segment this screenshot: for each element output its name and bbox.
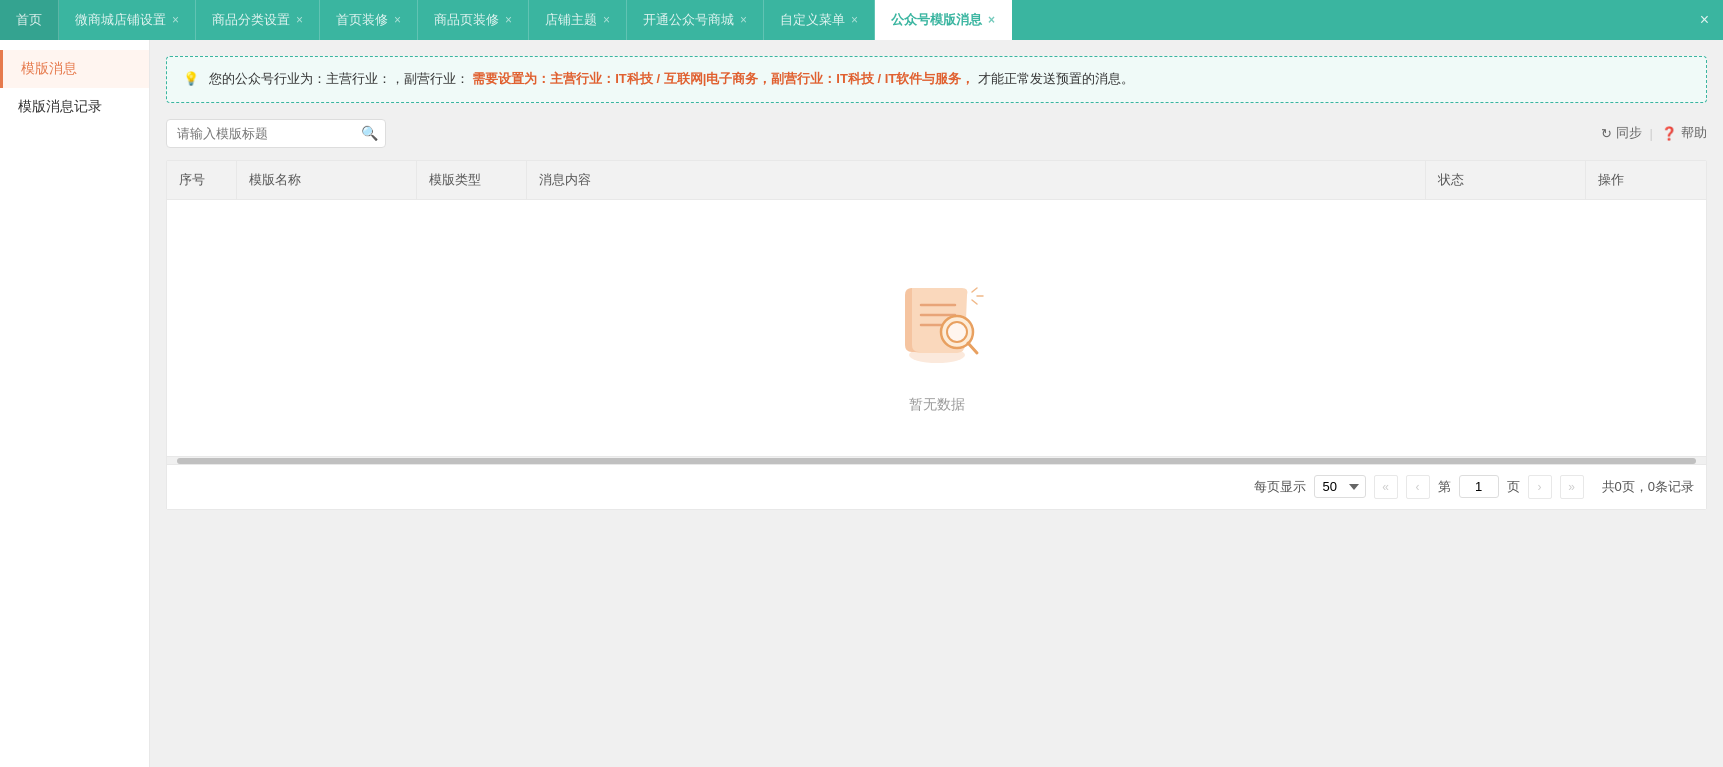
first-page-button[interactable]: « (1374, 475, 1398, 499)
horizontal-scrollbar[interactable] (167, 456, 1706, 464)
top-nav: 首页 微商城店铺设置 × 商品分类设置 × 首页装修 × 商品页装修 × 店铺主… (0, 0, 1723, 40)
page-unit: 页 (1507, 478, 1520, 496)
page-size-label: 每页显示 (1254, 478, 1306, 496)
sync-button[interactable]: ↻ 同步 (1601, 124, 1642, 142)
th-type: 模版类型 (417, 161, 527, 199)
tab-product-decor[interactable]: 商品页装修 × (418, 0, 529, 40)
scrollbar-thumb[interactable] (177, 458, 1696, 464)
page-size-select[interactable]: 50 10 20 100 (1314, 475, 1366, 498)
close-icon[interactable]: × (603, 13, 610, 27)
empty-illustration (877, 260, 997, 380)
pagination: 每页显示 50 10 20 100 « ‹ 第 页 › » 共0页，0条记录 (167, 464, 1706, 509)
table: 序号 模版名称 模版类型 消息内容 状态 操作 (166, 160, 1707, 510)
th-content: 消息内容 (527, 161, 1426, 199)
svg-line-7 (972, 288, 977, 292)
th-name: 模版名称 (237, 161, 417, 199)
divider: | (1650, 126, 1653, 141)
search-input-wrap: 🔍 (166, 119, 386, 148)
next-page-button[interactable]: › (1528, 475, 1552, 499)
help-button[interactable]: ❓ 帮助 (1661, 124, 1707, 142)
tab-custom-menu[interactable]: 自定义菜单 × (764, 0, 875, 40)
tab-template-msg[interactable]: 公众号模版消息 × (875, 0, 1012, 40)
close-icon[interactable]: × (851, 13, 858, 27)
svg-line-6 (968, 343, 977, 353)
tab-store-settings[interactable]: 微商城店铺设置 × (59, 0, 196, 40)
prev-page-button[interactable]: ‹ (1406, 475, 1430, 499)
svg-line-9 (972, 300, 977, 304)
sidebar: 模版消息 模版消息记录 (0, 40, 150, 767)
close-icon[interactable]: × (296, 13, 303, 27)
info-banner: 💡 您的公众号行业为：主营行业：，副营行业： 需要设置为：主营行业：IT科技 /… (166, 56, 1707, 103)
help-icon: ❓ (1661, 126, 1677, 141)
th-action: 操作 (1586, 161, 1706, 199)
th-status: 状态 (1426, 161, 1586, 199)
total-text: 共0页，0条记录 (1602, 478, 1694, 496)
close-icon[interactable]: × (505, 13, 512, 27)
sidebar-item-template-msg[interactable]: 模版消息 (0, 50, 149, 88)
close-all-button[interactable]: × (1686, 11, 1723, 29)
toolbar-right: ↻ 同步 | ❓ 帮助 (1601, 124, 1707, 142)
table-header: 序号 模版名称 模版类型 消息内容 状态 操作 (167, 161, 1706, 200)
content-area: 💡 您的公众号行业为：主营行业：，副营行业： 需要设置为：主营行业：IT科技 /… (150, 40, 1723, 767)
empty-text: 暂无数据 (909, 396, 965, 414)
close-icon[interactable]: × (740, 13, 747, 27)
tab-category-settings[interactable]: 商品分类设置 × (196, 0, 320, 40)
main-layout: 模版消息 模版消息记录 💡 您的公众号行业为：主营行业：，副营行业： 需要设置为… (0, 40, 1723, 767)
sidebar-item-template-msg-record[interactable]: 模版消息记录 (0, 88, 149, 126)
svg-point-5 (947, 322, 967, 342)
close-icon[interactable]: × (394, 13, 401, 27)
close-icon[interactable]: × (988, 13, 995, 27)
search-bar: 🔍 ↻ 同步 | ❓ 帮助 (166, 119, 1707, 148)
tab-home[interactable]: 首页 (0, 0, 59, 40)
last-page-button[interactable]: » (1560, 475, 1584, 499)
close-icon[interactable]: × (172, 13, 179, 27)
tab-open-mall[interactable]: 开通公众号商城 × (627, 0, 764, 40)
page-prefix: 第 (1438, 478, 1451, 496)
tab-store-theme[interactable]: 店铺主题 × (529, 0, 627, 40)
tab-home-decor[interactable]: 首页装修 × (320, 0, 418, 40)
th-seq: 序号 (167, 161, 237, 199)
empty-state: 暂无数据 (167, 200, 1706, 454)
search-input[interactable] (166, 119, 386, 148)
page-input[interactable] (1459, 475, 1499, 498)
bulb-icon: 💡 (183, 71, 199, 86)
sync-icon: ↻ (1601, 126, 1612, 141)
search-icon[interactable]: 🔍 (361, 125, 378, 141)
